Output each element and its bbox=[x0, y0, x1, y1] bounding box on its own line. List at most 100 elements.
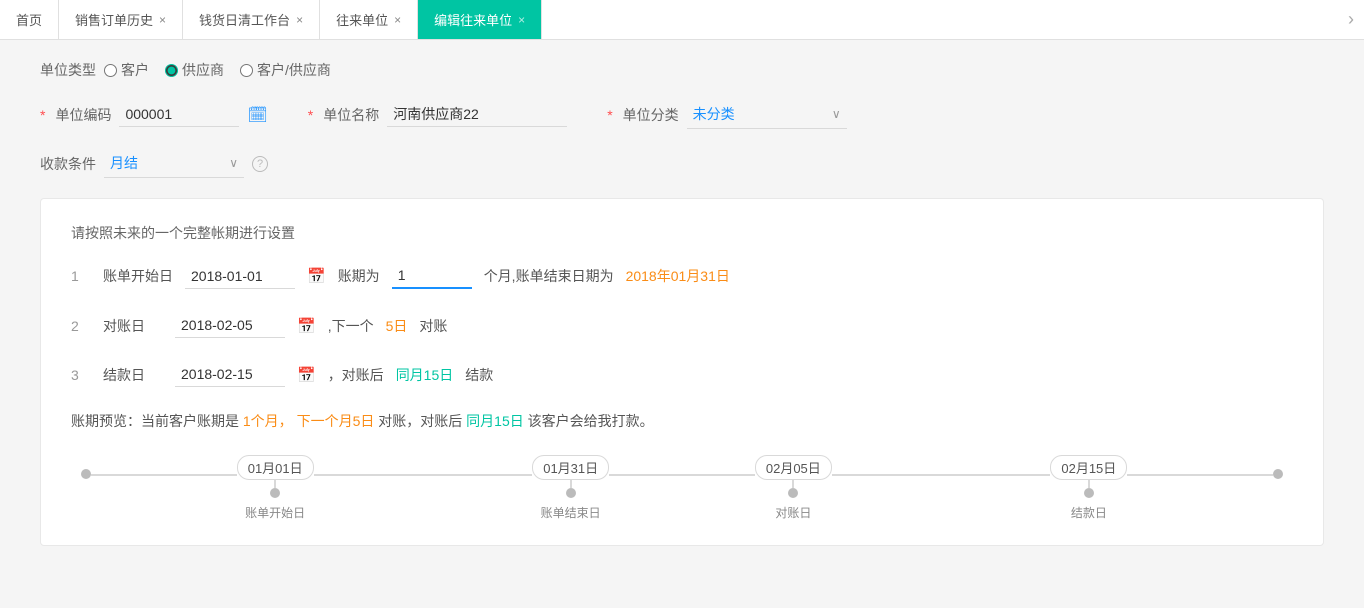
step-label-3: 结款日 bbox=[103, 365, 163, 385]
settings-card: 请按照未来的一个完整帐期进行设置 1 账单开始日 📅 账期为 个月,账单结束日期… bbox=[40, 198, 1324, 546]
unit-name-required-star: * bbox=[308, 107, 313, 123]
unit-code-input[interactable]: 000001 bbox=[119, 102, 239, 127]
step1-period-end-date: 2018年01月31日 bbox=[626, 266, 730, 286]
close-cash-flow-workbench-icon[interactable]: × bbox=[296, 13, 303, 27]
step-row-2: 2 对账日 📅 ,下一个 5日 对账 bbox=[71, 313, 1293, 338]
unit-category-item: * 单位分类 未分类 ∨ bbox=[607, 100, 846, 129]
step3-date-input[interactable] bbox=[175, 362, 285, 387]
timeline-container: 01月01日 账单开始日 01月31日 账单结束日 bbox=[71, 455, 1293, 521]
unit-category-arrow-icon: ∨ bbox=[832, 107, 841, 121]
step3-highlight: 同月15日 bbox=[396, 365, 454, 385]
tab-sales-order-history[interactable]: 销售订单历史 × bbox=[59, 0, 183, 39]
unit-code-item: * 单位编码 000001 🗓 bbox=[40, 102, 268, 127]
timeline-dot-0101 bbox=[270, 488, 280, 498]
preview-mid: 对账，对账后 bbox=[378, 413, 462, 429]
radio-customer-input[interactable] bbox=[104, 64, 117, 77]
preview-end: 该客户会给我打款。 bbox=[528, 413, 654, 429]
timeline-sublabel-0101: 账单开始日 bbox=[245, 504, 305, 521]
radio-supplier[interactable]: 供应商 bbox=[165, 60, 224, 80]
card-instruction: 请按照未来的一个完整帐期进行设置 bbox=[71, 223, 1293, 243]
radio-both-label: 客户/供应商 bbox=[257, 60, 331, 80]
timeline-tick-0101 bbox=[274, 480, 276, 488]
step1-date-input[interactable] bbox=[185, 264, 295, 289]
step-number-1: 1 bbox=[71, 268, 91, 284]
tab-expand-button[interactable]: › bbox=[1338, 0, 1364, 39]
tab-edit-partner-unit-label: 编辑往来单位 bbox=[434, 10, 512, 29]
radio-both-input[interactable] bbox=[240, 64, 253, 77]
step1-period-unit: 个月,账单结束日期为 bbox=[484, 266, 614, 286]
payment-terms-item: 收款条件 月结 ∨ ? bbox=[40, 149, 268, 178]
timeline-dot-0205 bbox=[788, 488, 798, 498]
step-label-2: 对账日 bbox=[103, 316, 163, 336]
unit-type-item: 单位类型 客户 供应商 客户/供应商 bbox=[40, 60, 331, 80]
close-edit-partner-unit-icon[interactable]: × bbox=[518, 13, 525, 27]
step-number-2: 2 bbox=[71, 318, 91, 334]
close-sales-order-history-icon[interactable]: × bbox=[159, 13, 166, 27]
step-row-1: 1 账单开始日 📅 账期为 个月,账单结束日期为 2018年01月31日 bbox=[71, 263, 1293, 289]
tab-cash-flow-workbench-label: 钱货日清工作台 bbox=[199, 10, 290, 29]
timeline-dot-0215 bbox=[1084, 488, 1094, 498]
tab-edit-partner-unit[interactable]: 编辑往来单位 × bbox=[418, 0, 542, 39]
timeline-end-dot bbox=[1273, 469, 1283, 479]
page-content: 单位类型 客户 供应商 客户/供应商 * 单位编码 00000 bbox=[0, 40, 1364, 608]
step3-suffix: 结款 bbox=[465, 365, 493, 385]
timeline-start-dot bbox=[81, 469, 91, 479]
tab-sales-order-history-label: 销售订单历史 bbox=[75, 10, 153, 29]
payment-terms-label: 收款条件 bbox=[40, 154, 96, 174]
preview-text: 账期预览：当前客户账期是 1个月， 下一个月5日 对账，对账后 同月15日 该客… bbox=[71, 411, 1293, 431]
payment-terms-dropdown[interactable]: 月结 ∨ bbox=[104, 149, 244, 178]
radio-both[interactable]: 客户/供应商 bbox=[240, 60, 331, 80]
step-number-3: 3 bbox=[71, 367, 91, 383]
unit-code-label: 单位编码 bbox=[55, 105, 111, 125]
timeline-segment-3 bbox=[609, 474, 755, 476]
tab-home-label: 首页 bbox=[16, 10, 42, 29]
timeline-label-0215: 02月15日 bbox=[1050, 455, 1127, 480]
step1-calendar-icon[interactable]: 📅 bbox=[307, 267, 326, 285]
timeline-start-dot-wrap bbox=[81, 455, 91, 479]
step3-calendar-icon[interactable]: 📅 bbox=[297, 366, 316, 384]
preview-part1: 1个月， bbox=[243, 413, 293, 429]
radio-supplier-label: 供应商 bbox=[182, 60, 224, 80]
timeline-sublabel-0215: 结款日 bbox=[1071, 504, 1107, 521]
timeline-segment-4 bbox=[832, 474, 1051, 476]
tab-partner-units[interactable]: 往来单位 × bbox=[320, 0, 418, 39]
unit-type-label: 单位类型 bbox=[40, 60, 96, 80]
step2-calendar-icon[interactable]: 📅 bbox=[297, 317, 316, 335]
tab-cash-flow-workbench[interactable]: 钱货日清工作台 × bbox=[183, 0, 320, 39]
unit-category-dropdown[interactable]: 未分类 ∨ bbox=[687, 100, 847, 129]
tab-home[interactable]: 首页 bbox=[0, 0, 59, 39]
unit-category-value: 未分类 bbox=[693, 104, 828, 124]
step3-prefix: ，对账后 bbox=[328, 365, 384, 385]
preview-label: 账期预览：当前客户账期是 bbox=[71, 413, 239, 429]
radio-supplier-input[interactable] bbox=[165, 64, 178, 77]
step1-period-input[interactable] bbox=[392, 263, 472, 289]
timeline-point-0215: 02月15日 结款日 bbox=[1050, 455, 1127, 521]
unit-code-copy-icon[interactable]: 🗓 bbox=[247, 105, 267, 125]
step2-highlight: 5日 bbox=[386, 316, 408, 336]
preview-part3: 同月15日 bbox=[466, 413, 524, 429]
timeline-label-0131: 01月31日 bbox=[532, 455, 609, 480]
unit-code-required-star: * bbox=[40, 107, 45, 123]
timeline-point-0101: 01月01日 账单开始日 bbox=[237, 455, 314, 521]
help-icon[interactable]: ? bbox=[252, 156, 268, 172]
timeline-tick-0205 bbox=[792, 480, 794, 488]
radio-customer-label: 客户 bbox=[121, 60, 149, 80]
step1-period-label: 账期为 bbox=[338, 266, 380, 286]
timeline-tick-0215 bbox=[1088, 480, 1090, 488]
timeline-point-0205: 02月05日 对账日 bbox=[755, 455, 832, 521]
timeline-segment-2 bbox=[314, 474, 533, 476]
unit-category-required-star: * bbox=[607, 107, 612, 123]
unit-name-label: 单位名称 bbox=[323, 105, 379, 125]
radio-customer[interactable]: 客户 bbox=[104, 60, 149, 80]
step2-prefix: ,下一个 bbox=[328, 316, 374, 336]
unit-type-radio-group: 客户 供应商 客户/供应商 bbox=[104, 60, 331, 80]
step2-date-input[interactable] bbox=[175, 313, 285, 338]
preview-part2: 下一个月5日 bbox=[297, 413, 375, 429]
timeline-label-0101: 01月01日 bbox=[237, 455, 314, 480]
timeline-label-0205: 02月05日 bbox=[755, 455, 832, 480]
timeline-segment-1 bbox=[91, 474, 237, 476]
timeline-point-0131: 01月31日 账单结束日 bbox=[532, 455, 609, 521]
tab-partner-units-label: 往来单位 bbox=[336, 10, 388, 29]
close-partner-units-icon[interactable]: × bbox=[394, 13, 401, 27]
unit-name-input[interactable] bbox=[387, 102, 567, 127]
